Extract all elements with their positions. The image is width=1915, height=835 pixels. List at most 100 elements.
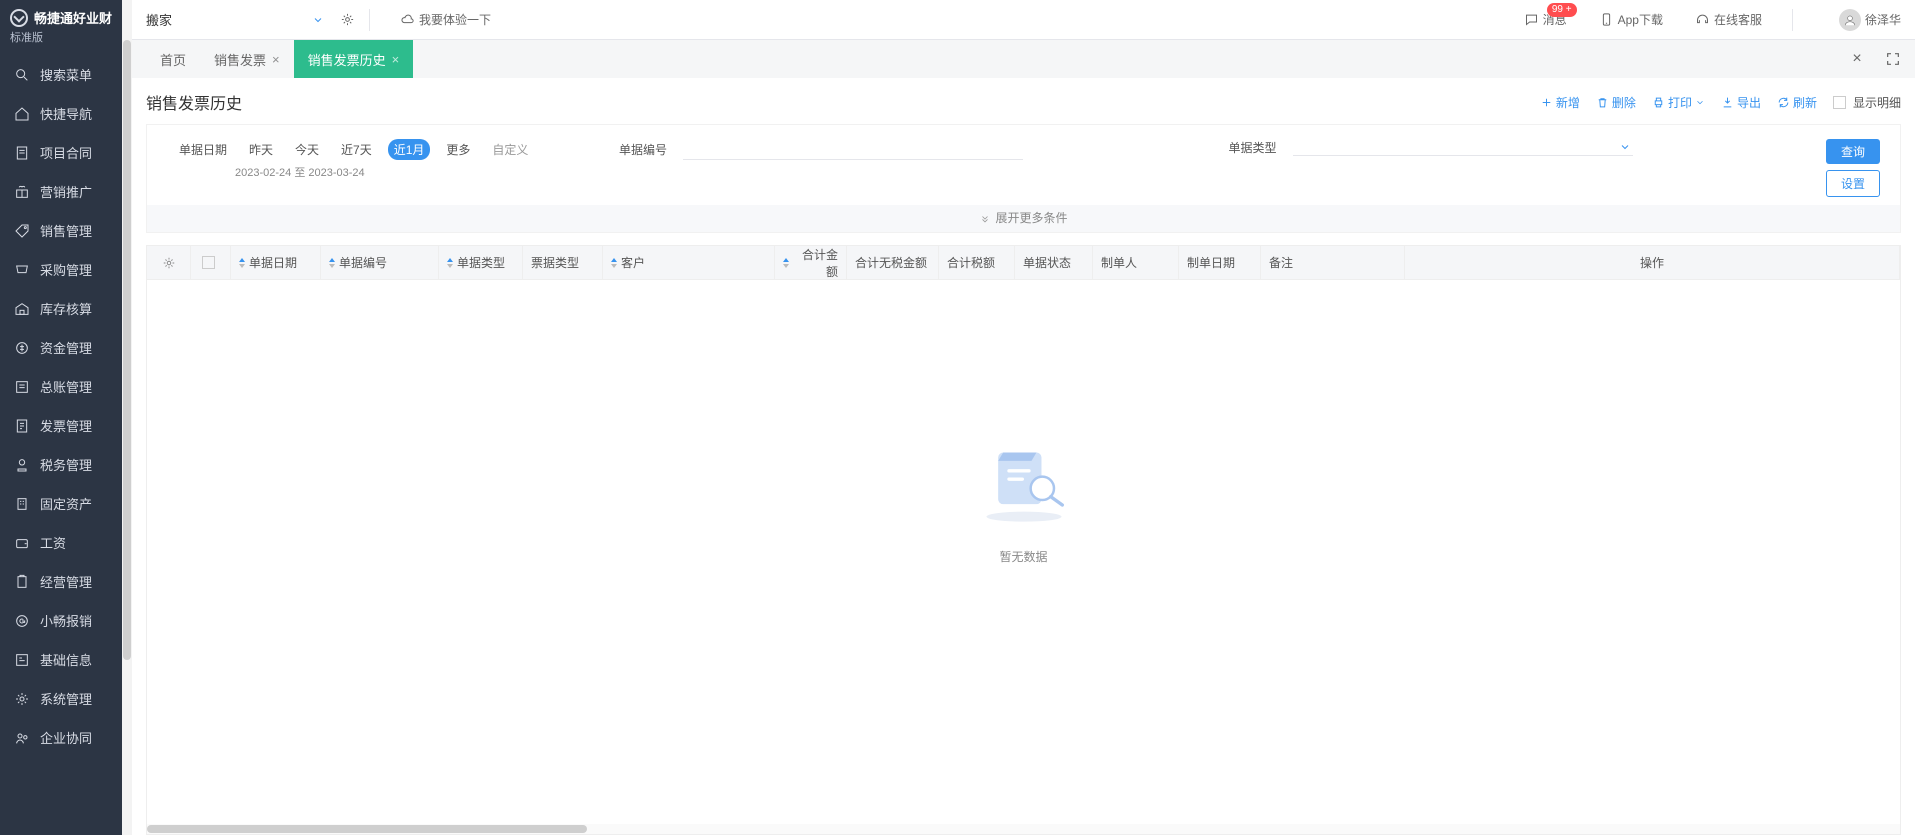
cart-icon [14, 262, 30, 278]
sidebar-item-contract[interactable]: 项目合同 [0, 133, 132, 172]
date-chip-7d[interactable]: 近7天 [335, 139, 378, 160]
col-tax[interactable]: 合计税额 [939, 246, 1015, 279]
action-bar: 新增 删除 打印 导出 刷新 显示明细 [1540, 94, 1901, 111]
col-status[interactable]: 单据状态 [1015, 246, 1093, 279]
date-chip-custom[interactable]: 自定义 [486, 139, 534, 160]
date-chip-yesterday[interactable]: 昨天 [243, 139, 279, 160]
col-type[interactable]: 单据类型 [439, 246, 523, 279]
sidebar-item-enterprise[interactable]: 企业协同 [0, 718, 132, 757]
col-label: 制单日期 [1187, 254, 1235, 271]
sidebar-item-funds[interactable]: 资金管理 [0, 328, 132, 367]
sidebar-scrollbar[interactable] [122, 0, 132, 835]
sidebar-item-label: 库存核算 [40, 299, 92, 318]
column-settings-button[interactable] [147, 246, 191, 279]
sidebar-item-purchase[interactable]: 采购管理 [0, 250, 132, 289]
tab-sales-invoice[interactable]: 销售发票 × [200, 40, 294, 78]
sidebar-item-invoice[interactable]: 发票管理 [0, 406, 132, 445]
close-icon[interactable]: × [392, 52, 400, 67]
filter-panel: 单据日期 昨天 今天 近7天 近1月 更多 自定义 2023-02-24 至 2… [146, 124, 1901, 233]
col-label: 单据状态 [1023, 254, 1071, 271]
separator [369, 9, 370, 31]
sidebar-item-inventory[interactable]: 库存核算 [0, 289, 132, 328]
col-docno[interactable]: 单据编号 [321, 246, 439, 279]
fullscreen-button[interactable] [1879, 45, 1907, 73]
sidebar-item-assets[interactable]: 固定资产 [0, 484, 132, 523]
print-button[interactable]: 打印 [1652, 94, 1705, 111]
export-button[interactable]: 导出 [1721, 94, 1761, 111]
action-label: 显示明细 [1853, 94, 1901, 111]
sidebar-item-ledger[interactable]: 总账管理 [0, 367, 132, 406]
sidebar-item-operation[interactable]: 经营管理 [0, 562, 132, 601]
filter-docno-label: 单据编号 [607, 141, 667, 158]
print-icon [1652, 96, 1665, 109]
sidebar-item-label: 系统管理 [40, 689, 92, 708]
chat-icon [1524, 12, 1539, 27]
settings-button[interactable] [340, 12, 355, 27]
filter-date-label: 单据日期 [167, 141, 227, 158]
close-icon[interactable]: × [272, 52, 280, 67]
sidebar-item-search[interactable]: 搜索菜单 [0, 55, 132, 94]
support-button[interactable]: 在线客服 [1695, 11, 1762, 28]
close-all-tabs-button[interactable]: × [1843, 45, 1871, 73]
app-download-button[interactable]: App下载 [1599, 11, 1663, 28]
avatar-icon [1839, 9, 1861, 31]
sidebar-item-system[interactable]: 系统管理 [0, 679, 132, 718]
sidebar-item-salary[interactable]: 工资 [0, 523, 132, 562]
experience-link[interactable]: 我要体验一下 [400, 11, 491, 28]
org-selector[interactable]: 搬家 [146, 10, 324, 29]
cloud-icon [400, 12, 415, 27]
sidebar: 畅捷通好业财 标准版 搜索菜单 快捷导航 项目合同 营销推广 销售管理 采购管理… [0, 0, 132, 835]
chevron-down-icon [1695, 96, 1705, 109]
sidebar-item-label: 资金管理 [40, 338, 92, 357]
col-create-date[interactable]: 制单日期 [1179, 246, 1261, 279]
sidebar-item-basic[interactable]: 基础信息 [0, 640, 132, 679]
horizontal-scrollbar[interactable] [147, 824, 1900, 834]
date-range-text: 2023-02-24 至 2023-03-24 [235, 164, 587, 180]
date-chip-1m[interactable]: 近1月 [388, 139, 431, 160]
add-button[interactable]: 新增 [1540, 94, 1580, 111]
sidebar-item-marketing[interactable]: 营销推广 [0, 172, 132, 211]
expand-filters-button[interactable]: 展开更多条件 [147, 205, 1900, 232]
tab-label: 销售发票 [214, 50, 266, 69]
clipboard-icon [14, 574, 30, 590]
col-date[interactable]: 单据日期 [231, 246, 321, 279]
col-customer[interactable]: 客户 [603, 246, 775, 279]
messages-button[interactable]: 消息 99 + [1524, 11, 1567, 28]
tab-label: 首页 [160, 50, 186, 69]
col-label: 客户 [621, 254, 645, 271]
date-chip-more[interactable]: 更多 [440, 139, 476, 160]
table-body: 暂无数据 [147, 280, 1900, 824]
tab-home[interactable]: 首页 [146, 40, 200, 78]
sidebar-item-label: 发票管理 [40, 416, 92, 435]
col-creator[interactable]: 制单人 [1093, 246, 1179, 279]
col-label: 合计税额 [947, 254, 995, 271]
user-menu[interactable]: 徐泽华 [1839, 9, 1901, 31]
date-chip-today[interactable]: 今天 [289, 139, 325, 160]
sidebar-item-label: 营销推广 [40, 182, 92, 201]
tab-sales-invoice-history[interactable]: 销售发票历史× [294, 40, 414, 78]
sidebar-item-sales[interactable]: 销售管理 [0, 211, 132, 250]
docno-input[interactable] [683, 139, 1023, 160]
refresh-button[interactable]: 刷新 [1777, 94, 1817, 111]
home-icon [14, 106, 30, 122]
col-notax[interactable]: 合计无税金额 [847, 246, 939, 279]
sidebar-item-expense[interactable]: 小畅报销 [0, 601, 132, 640]
experience-label: 我要体验一下 [419, 11, 491, 28]
show-detail-toggle[interactable]: 显示明细 [1833, 94, 1901, 111]
sidebar-item-label: 搜索菜单 [40, 65, 92, 84]
document-icon [14, 145, 30, 161]
filter-settings-button[interactable]: 设置 [1826, 170, 1880, 197]
type-select[interactable] [1293, 139, 1633, 156]
search-button[interactable]: 查询 [1826, 139, 1880, 164]
sidebar-nav: 搜索菜单 快捷导航 项目合同 营销推广 销售管理 采购管理 库存核算 资金管理 … [0, 55, 132, 835]
col-note[interactable]: 备注 [1261, 246, 1405, 279]
sidebar-item-quicknav[interactable]: 快捷导航 [0, 94, 132, 133]
wallet-icon [14, 535, 30, 551]
col-ticket[interactable]: 票据类型 [523, 246, 603, 279]
col-amount[interactable]: 合计金额 [775, 246, 847, 279]
ledger-icon [14, 379, 30, 395]
delete-button[interactable]: 删除 [1596, 94, 1636, 111]
chevron-down-icon [312, 14, 324, 26]
sidebar-item-tax[interactable]: 税务管理 [0, 445, 132, 484]
select-all-checkbox[interactable] [191, 246, 231, 279]
